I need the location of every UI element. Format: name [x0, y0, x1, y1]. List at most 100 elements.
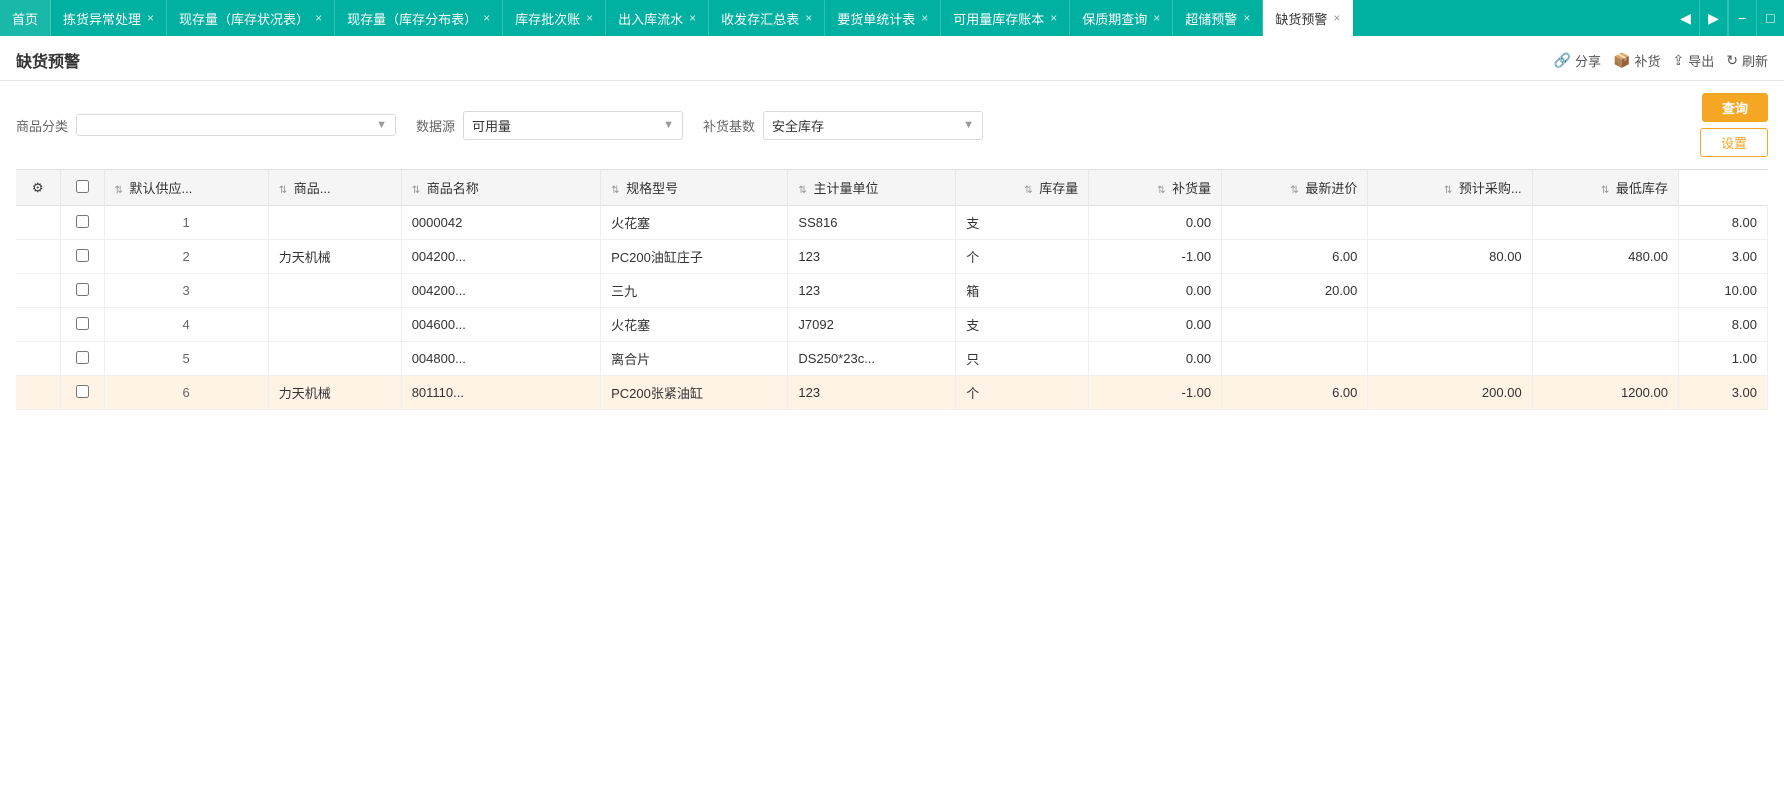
- th-replenish[interactable]: ⇅ 补货量: [1089, 170, 1222, 206]
- row-index-3: 4: [104, 308, 268, 342]
- th-unit[interactable]: ⇅ 主计量单位: [788, 170, 956, 206]
- top-nav: 首页 拣货异常处理 × 现存量（库存状况表） × 现存量（库存分布表） × 库存…: [0, 0, 1784, 36]
- row-supplier-0: [268, 206, 401, 240]
- datasource-filter-group: 数据源 可用量 ▼: [416, 111, 683, 140]
- datasource-select[interactable]: 可用量 ▼: [463, 111, 683, 140]
- row-latest-price-3: [1368, 308, 1532, 342]
- nav-tab-11[interactable]: 缺货预警 ×: [1263, 0, 1353, 36]
- close-tab-4[interactable]: ×: [586, 11, 593, 25]
- sort-icon-spec: ⇅: [611, 185, 619, 196]
- th-min-stock[interactable]: ⇅ 最低库存: [1532, 170, 1678, 206]
- row-est-purchase-0: [1532, 206, 1678, 240]
- settings-button[interactable]: 设置: [1700, 128, 1768, 157]
- row-checkbox-2[interactable]: [60, 274, 104, 308]
- row-checkbox-0[interactable]: [60, 206, 104, 240]
- row-supplier-3: [268, 308, 401, 342]
- row-code-3: 004600...: [401, 308, 600, 342]
- close-tab-6[interactable]: ×: [805, 11, 812, 25]
- th-stock[interactable]: ⇅ 库存量: [956, 170, 1089, 206]
- th-spec[interactable]: ⇅ 规格型号: [601, 170, 788, 206]
- table-header-row: ⚙ ⇅ 默认供应... ⇅ 商品... ⇅ 商品名称: [16, 170, 1768, 206]
- export-button[interactable]: ⇪ 导出: [1673, 51, 1715, 70]
- nav-tab-9[interactable]: 保质期查询 ×: [1070, 0, 1173, 36]
- maximize-button[interactable]: □: [1756, 0, 1784, 36]
- nav-tab-home[interactable]: 首页: [0, 0, 51, 36]
- supplement-button[interactable]: 📦 补货: [1613, 51, 1660, 70]
- nav-tab-2[interactable]: 现存量（库存状况表） ×: [167, 0, 335, 36]
- close-tab-3[interactable]: ×: [483, 11, 490, 25]
- row-code-4: 004800...: [401, 342, 600, 376]
- row-checkbox-4[interactable]: [60, 342, 104, 376]
- nav-tab-1[interactable]: 拣货异常处理 ×: [51, 0, 167, 36]
- row-spec-1: 123: [788, 240, 956, 274]
- row-min-stock-0: 8.00: [1678, 206, 1767, 240]
- row-checkbox-1[interactable]: [60, 240, 104, 274]
- close-tab-8[interactable]: ×: [1050, 11, 1057, 25]
- query-button[interactable]: 查询: [1702, 93, 1768, 122]
- table-row: 1 0000042 火花塞 SS816 支 0.00 8.00: [16, 206, 1768, 240]
- row-name-3: 火花塞: [601, 308, 788, 342]
- row-checkbox-5[interactable]: [60, 376, 104, 410]
- close-tab-2[interactable]: ×: [315, 11, 322, 25]
- nav-tab-3[interactable]: 现存量（库存分布表） ×: [335, 0, 503, 36]
- row-unit-3: 支: [956, 308, 1089, 342]
- replenish-select[interactable]: 安全库存 ▼: [763, 111, 983, 140]
- row-index-0: 1: [104, 206, 268, 240]
- close-tab-5[interactable]: ×: [689, 11, 696, 25]
- nav-tab-6[interactable]: 收发存汇总表 ×: [709, 0, 825, 36]
- category-arrow-icon: ▼: [376, 119, 387, 131]
- table-body: 1 0000042 火花塞 SS816 支 0.00 8.00 2 力天机械 0…: [16, 206, 1768, 410]
- th-latest-price[interactable]: ⇅ 最新进价: [1222, 170, 1368, 206]
- nav-tab-4[interactable]: 库存批次账 ×: [503, 0, 606, 36]
- sort-icon-stock: ⇅: [1024, 185, 1032, 196]
- row-checkbox-3[interactable]: [60, 308, 104, 342]
- th-code[interactable]: ⇅ 商品...: [268, 170, 401, 206]
- row-code-2: 004200...: [401, 274, 600, 308]
- share-button[interactable]: 🔗 分享: [1554, 51, 1601, 70]
- row-name-2: 三九: [601, 274, 788, 308]
- th-supplier[interactable]: ⇅ 默认供应...: [104, 170, 268, 206]
- close-tab-1[interactable]: ×: [147, 11, 154, 25]
- row-unit-0: 支: [956, 206, 1089, 240]
- row-unit-1: 个: [956, 240, 1089, 274]
- row-name-0: 火花塞: [601, 206, 788, 240]
- sort-icon-est-purchase: ⇅: [1444, 185, 1452, 196]
- select-all-checkbox[interactable]: [76, 180, 89, 193]
- minimize-button[interactable]: −: [1728, 0, 1756, 36]
- close-tab-9[interactable]: ×: [1153, 11, 1160, 25]
- category-select[interactable]: ▼: [76, 114, 396, 136]
- row-replenish-5: 6.00: [1222, 376, 1368, 410]
- nav-next-button[interactable]: ▶: [1700, 0, 1728, 36]
- th-est-purchase[interactable]: ⇅ 预计采购...: [1368, 170, 1532, 206]
- page-container: 缺货预警 🔗 分享 📦 补货 ⇪ 导出 ↻ 刷新 商品分类: [0, 36, 1784, 796]
- nav-prev-button[interactable]: ◀: [1672, 0, 1700, 36]
- row-gear-5: [16, 376, 60, 410]
- row-supplier-1: 力天机械: [268, 240, 401, 274]
- row-index-5: 6: [104, 376, 268, 410]
- row-stock-1: -1.00: [1089, 240, 1222, 274]
- row-est-purchase-4: [1532, 342, 1678, 376]
- nav-tab-5[interactable]: 出入库流水 ×: [606, 0, 709, 36]
- th-name[interactable]: ⇅ 商品名称: [401, 170, 600, 206]
- row-min-stock-1: 3.00: [1678, 240, 1767, 274]
- replenish-filter-group: 补货基数 安全库存 ▼: [703, 111, 983, 140]
- close-tab-11[interactable]: ×: [1333, 11, 1340, 25]
- row-stock-4: 0.00: [1089, 342, 1222, 376]
- sort-icon-min-stock: ⇅: [1601, 185, 1609, 196]
- nav-tab-7[interactable]: 要货单统计表 ×: [825, 0, 941, 36]
- nav-tab-10[interactable]: 超储预警 ×: [1173, 0, 1263, 36]
- row-name-1: PC200油缸庄子: [601, 240, 788, 274]
- refresh-button[interactable]: ↻ 刷新: [1726, 51, 1768, 70]
- datasource-arrow-icon: ▼: [663, 119, 674, 131]
- nav-tab-8[interactable]: 可用量库存账本 ×: [941, 0, 1070, 36]
- th-gear[interactable]: ⚙: [16, 170, 60, 206]
- row-replenish-2: 20.00: [1222, 274, 1368, 308]
- th-checkbox[interactable]: [60, 170, 104, 206]
- row-gear-0: [16, 206, 60, 240]
- row-replenish-1: 6.00: [1222, 240, 1368, 274]
- close-tab-10[interactable]: ×: [1243, 11, 1250, 25]
- row-min-stock-3: 8.00: [1678, 308, 1767, 342]
- close-tab-7[interactable]: ×: [921, 11, 928, 25]
- supplement-icon: 📦: [1613, 52, 1630, 69]
- row-spec-3: J7092: [788, 308, 956, 342]
